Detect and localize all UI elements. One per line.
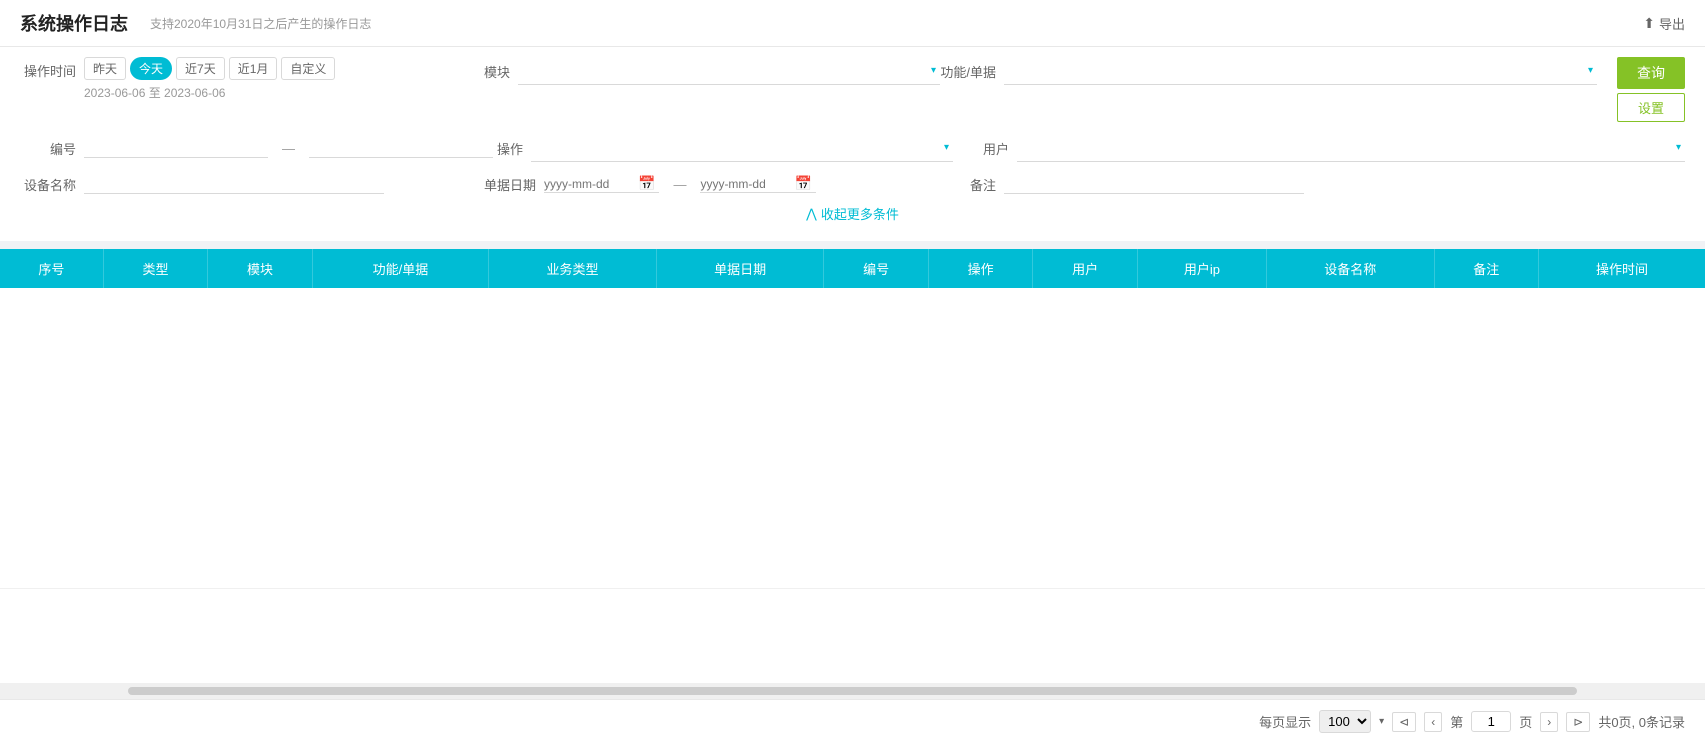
- col-operation: 操作: [928, 249, 1032, 288]
- page-number-input[interactable]: [1471, 711, 1511, 732]
- remark-input[interactable]: [1004, 174, 1304, 194]
- time-btn-7days[interactable]: 近7天: [176, 57, 225, 80]
- chevron-down-icon: ▾: [1379, 716, 1384, 727]
- col-optime: 操作时间: [1539, 249, 1705, 288]
- collapse-label: 收起更多条件: [821, 204, 899, 223]
- operation-label: 操作: [493, 139, 523, 158]
- time-range-text: 2023-06-06 至 2023-06-06: [84, 84, 335, 101]
- device-label: 设备名称: [20, 175, 76, 194]
- time-filter-group: 昨天 今天 近7天 近1月 自定义 2023-06-06 至 2023-06-0…: [84, 57, 335, 101]
- col-user: 用户: [1033, 249, 1137, 288]
- page-unit: 页: [1519, 712, 1532, 731]
- next-page-button[interactable]: ›: [1540, 712, 1558, 732]
- last-page-button[interactable]: ⊳: [1566, 712, 1590, 732]
- operation-dropdown[interactable]: ▾: [531, 134, 953, 162]
- page-title: 系统操作日志: [20, 10, 128, 36]
- number-end-input[interactable]: [309, 138, 493, 158]
- col-device: 设备名称: [1266, 249, 1434, 288]
- page-subtitle: 支持2020年10月31日之后产生的操作日志: [150, 15, 371, 32]
- operation-chevron-icon: ▾: [940, 142, 953, 153]
- page-size-select[interactable]: 100: [1319, 710, 1371, 733]
- total-info: 共0页, 0条记录: [1598, 712, 1685, 731]
- number-label: 编号: [20, 139, 76, 158]
- collapse-button[interactable]: ⋀ 收起更多条件: [806, 204, 899, 223]
- export-button[interactable]: ⬆ 导出: [1643, 14, 1685, 33]
- horizontal-scrollbar[interactable]: [128, 687, 1577, 695]
- number-start-input[interactable]: [84, 138, 268, 158]
- col-module: 模块: [208, 249, 312, 288]
- time-btn-yesterday[interactable]: 昨天: [84, 57, 126, 80]
- time-label: 操作时间: [20, 57, 76, 80]
- data-table: 序号 类型 模块 功能/单据 业务类型 单据日期 编号 操作 用户 用户ip 设…: [0, 249, 1705, 589]
- remark-label: 备注: [940, 175, 996, 194]
- table-header-row: 序号 类型 模块 功能/单据 业务类型 单据日期 编号 操作 用户 用户ip 设…: [0, 249, 1705, 288]
- date-dash: —: [667, 177, 692, 192]
- calendar-start-icon[interactable]: 📅: [634, 175, 659, 192]
- time-btn-custom[interactable]: 自定义: [281, 57, 335, 80]
- col-number: 编号: [824, 249, 928, 288]
- export-label: 导出: [1659, 14, 1685, 33]
- date-end-input[interactable]: [700, 177, 790, 191]
- col-type: 类型: [103, 249, 207, 288]
- col-function: 功能/单据: [312, 249, 488, 288]
- export-icon: ⬆: [1643, 15, 1655, 32]
- function-chevron-icon: ▾: [1584, 65, 1597, 76]
- pagination-bar: 每页显示 100 ▾ ⊲ ‹ 第 页 › ⊳ 共0页, 0条记录: [0, 699, 1705, 743]
- user-label: 用户: [953, 139, 1009, 158]
- module-dropdown[interactable]: ▾: [518, 57, 940, 85]
- number-dash: —: [276, 141, 301, 156]
- col-remark: 备注: [1434, 249, 1538, 288]
- device-input[interactable]: [84, 174, 384, 194]
- date-end-wrap: 📅: [700, 175, 815, 193]
- function-dropdown[interactable]: ▾: [1004, 57, 1597, 85]
- collapse-chevron-icon: ⋀: [806, 206, 817, 222]
- time-btn-today[interactable]: 今天: [130, 57, 172, 80]
- date-start-wrap: 📅: [544, 175, 659, 193]
- col-biztype: 业务类型: [489, 249, 657, 288]
- time-btn-1month[interactable]: 近1月: [229, 57, 278, 80]
- date-label: 单据日期: [480, 175, 536, 194]
- module-label: 模块: [480, 62, 510, 81]
- query-button[interactable]: 查询: [1617, 57, 1685, 89]
- col-seq: 序号: [0, 249, 103, 288]
- date-start-input[interactable]: [544, 177, 634, 191]
- page-label: 第: [1450, 712, 1463, 731]
- prev-page-button[interactable]: ‹: [1424, 712, 1442, 732]
- table-body: [0, 288, 1705, 588]
- col-userip: 用户ip: [1137, 249, 1266, 288]
- calendar-end-icon[interactable]: 📅: [790, 175, 815, 192]
- col-date: 单据日期: [656, 249, 824, 288]
- user-dropdown[interactable]: ▾: [1017, 134, 1685, 162]
- function-label: 功能/单据: [940, 62, 996, 81]
- user-chevron-icon: ▾: [1672, 142, 1685, 153]
- setting-button[interactable]: 设置: [1617, 93, 1685, 122]
- per-page-label: 每页显示: [1259, 712, 1311, 731]
- first-page-button[interactable]: ⊲: [1392, 712, 1416, 732]
- module-chevron-icon: ▾: [927, 65, 940, 76]
